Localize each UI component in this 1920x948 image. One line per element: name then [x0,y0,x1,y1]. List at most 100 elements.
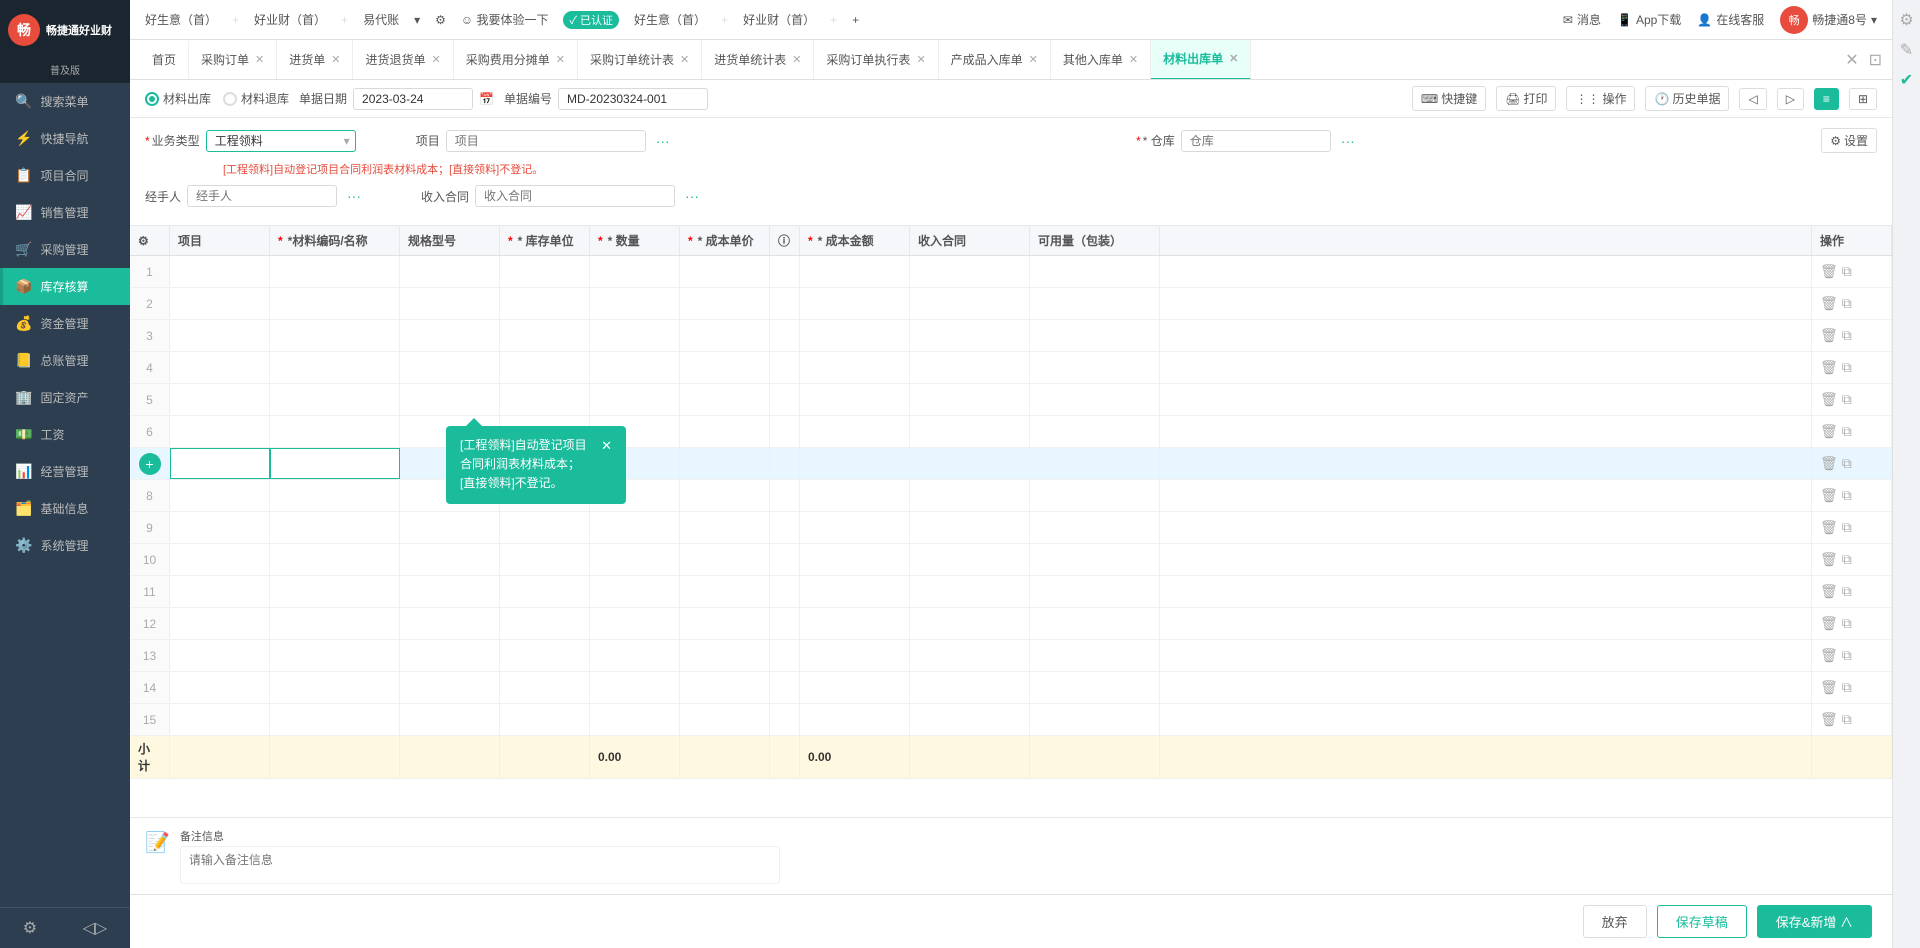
shortcut-btn[interactable]: ⌨ 快捷键 [1412,86,1486,111]
nav-haoshengyi[interactable]: 好生意（首） [145,11,217,28]
tab-order-exec[interactable]: 采购订单执行表 ✕ [814,40,938,80]
handler-input[interactable] [187,185,337,207]
panel-icon-2[interactable]: ✎ [1900,40,1913,60]
delete-icon[interactable]: 🗑 [1820,391,1838,408]
radio-material-out[interactable]: 材料出库 [145,90,211,107]
tab-material-out[interactable]: 材料出库单 ✕ [1151,40,1251,80]
copy-icon[interactable]: ⧉ [1842,615,1852,632]
copy-icon[interactable]: ⧉ [1842,327,1852,344]
sidebar-item-system[interactable]: ⚙️ 系统管理 [0,527,130,564]
tab-purchase-stats[interactable]: 采购订单统计表 ✕ [578,40,702,80]
delete-icon[interactable]: 🗑 [1820,263,1838,280]
message-btn[interactable]: ✉ 消息 [1563,11,1601,28]
settings-bottom-icon[interactable]: ⚙ [23,918,37,938]
cell-available-qty[interactable] [1030,288,1160,319]
operations-btn[interactable]: ⋮⋮ 操作 [1566,86,1635,111]
cell-cost-amount[interactable] [800,288,910,319]
sidebar-item-salary[interactable]: 💵 工资 [0,416,130,453]
nav-yidaizhang[interactable]: 易代账 [363,11,399,28]
copy-icon[interactable]: ⧉ [1842,551,1852,568]
next-btn[interactable]: ▷ [1777,88,1804,110]
copy-icon[interactable]: ⧉ [1842,295,1852,312]
tooltip-close-btn[interactable]: ✕ [601,436,612,457]
list-view-btn[interactable]: ≡ [1814,88,1839,110]
tab-close-icon[interactable]: ✕ [432,53,441,66]
cell-cost-price[interactable] [680,256,770,287]
cell-spec[interactable] [400,288,500,319]
tab-home[interactable]: 首页 [140,40,189,80]
cell-project[interactable] [170,288,270,319]
copy-icon[interactable]: ⧉ [1842,679,1852,696]
app-download-btn[interactable]: 📱 App下载 [1617,11,1681,28]
cell-material-edit[interactable] [270,448,400,479]
tab-other-in[interactable]: 其他入库单 ✕ [1051,40,1151,80]
cell-spec[interactable] [400,256,500,287]
panel-icon-3[interactable]: ✔ [1900,70,1913,90]
copy-icon[interactable]: ⧉ [1842,455,1852,472]
sidebar-item-inventory[interactable]: 📦 库存核算 [0,268,130,305]
cell-qty[interactable] [590,288,680,319]
nav-dropdown[interactable]: ▾ [414,13,420,27]
card-view-btn[interactable]: ⊞ [1849,88,1877,110]
sidebar-item-operations[interactable]: 📊 经营管理 [0,453,130,490]
doc-num-input[interactable] [558,88,708,110]
tab-close-icon[interactable]: ✕ [255,53,264,66]
delete-icon[interactable]: 🗑 [1820,519,1838,536]
warehouse-input[interactable] [1181,130,1331,152]
copy-icon[interactable]: ⧉ [1842,519,1852,536]
save-new-btn[interactable]: 保存&新增 ∧ [1757,905,1872,938]
tab-purchase-return[interactable]: 进货退货单 ✕ [353,40,453,80]
tab-receipt-stats[interactable]: 进货单统计表 ✕ [702,40,814,80]
copy-icon[interactable]: ⧉ [1842,647,1852,664]
th-settings[interactable]: ⚙ [130,226,170,255]
edit-material-input[interactable] [279,457,391,471]
col-settings-icon[interactable]: ⚙ [138,234,149,248]
income-contract-dots-icon[interactable]: ··· [685,188,699,204]
save-draft-btn[interactable]: 保存草稿 [1657,905,1747,938]
copy-icon[interactable]: ⧉ [1842,263,1852,280]
copy-icon[interactable]: ⧉ [1842,583,1852,600]
discard-btn[interactable]: 放弃 [1583,905,1647,938]
tab-close-icon[interactable]: ✕ [331,53,340,66]
delete-icon[interactable]: 🗑 [1820,487,1838,504]
sidebar-item-finance[interactable]: 💰 资金管理 [0,305,130,342]
panel-icon-1[interactable]: ⚙ [1899,10,1913,30]
sidebar-item-search[interactable]: 🔍 搜索菜单 [0,83,130,120]
project-input[interactable] [446,130,646,152]
copy-icon[interactable]: ⧉ [1842,711,1852,728]
nav-more1[interactable]: 好生意（首） [634,11,706,28]
cell-qty[interactable] [590,256,680,287]
collapse-icon[interactable]: ◁▷ [83,918,108,938]
tab-close-icon[interactable]: ✕ [916,53,925,66]
delete-icon[interactable]: 🗑 [1820,295,1838,312]
prev-btn[interactable]: ◁ [1739,88,1766,110]
delete-icon[interactable]: 🗑 [1820,615,1838,632]
tab-close-icon[interactable]: ✕ [556,53,565,66]
cell-cost-price[interactable] [680,288,770,319]
cell-material[interactable] [270,288,400,319]
tab-close-icon[interactable]: ✕ [1129,53,1138,66]
income-contract-input[interactable] [475,185,675,207]
delete-icon[interactable]: 🗑 [1820,327,1838,344]
tab-purchase-order[interactable]: 采购订单 ✕ [189,40,277,80]
edit-project-input[interactable] [179,457,261,471]
nav-settings[interactable]: ⚙ [435,13,446,27]
sidebar-item-purchase[interactable]: 🛒 采购管理 [0,231,130,268]
tab-close-icon[interactable]: ✕ [680,53,689,66]
calendar-icon[interactable]: 📅 [479,92,494,106]
nav-haoyecai[interactable]: 好业财（首） [254,11,326,28]
nav-experience[interactable]: ☺ 我要体验一下 [461,11,549,28]
handler-dots-icon[interactable]: ··· [347,188,361,204]
history-btn[interactable]: 🕐 历史单据 [1645,86,1729,111]
table-body[interactable]: 1 🗑 ⧉ 2 [130,256,1892,817]
sidebar-item-assets[interactable]: 🏢 固定资产 [0,379,130,416]
warehouse-dots-icon[interactable]: ··· [1341,133,1355,149]
nav-more2[interactable]: 好业财（首） [743,11,815,28]
copy-icon[interactable]: ⧉ [1842,391,1852,408]
cell-material[interactable] [270,256,400,287]
delete-icon[interactable]: 🗑 [1820,455,1838,472]
delete-icon[interactable]: 🗑 [1820,583,1838,600]
delete-icon[interactable]: 🗑 [1820,679,1838,696]
delete-icon[interactable]: 🗑 [1820,551,1838,568]
sidebar-item-sales[interactable]: 📈 销售管理 [0,194,130,231]
